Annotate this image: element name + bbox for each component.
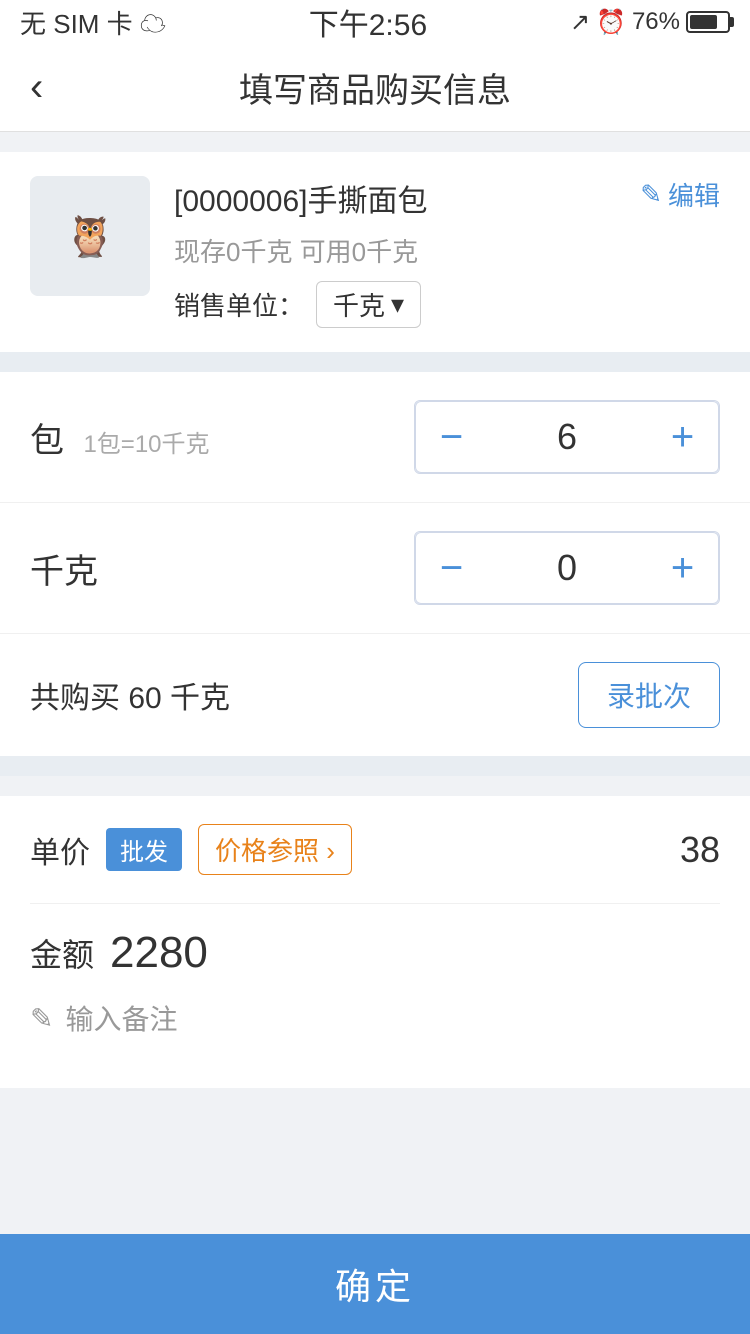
price-label: 单价: [30, 828, 90, 872]
confirm-button[interactable]: 确定: [0, 1234, 750, 1334]
product-stock: 现存0千克 可用0千克: [174, 232, 720, 269]
section-divider-2: [0, 756, 750, 776]
note-icon: ✎: [30, 1002, 53, 1035]
package-quantity-input[interactable]: [487, 401, 647, 473]
product-logo: 🦉: [65, 213, 115, 260]
nav-bar: ‹ 填写商品购买信息: [0, 44, 750, 132]
price-value: 38: [680, 829, 720, 871]
unit-select[interactable]: 千克 ▾: [316, 281, 421, 328]
status-right: ↗ ⏰ 76%: [570, 8, 730, 37]
package-plus-button[interactable]: +: [647, 401, 719, 473]
amount-row: 金额 2280: [30, 928, 720, 978]
unit-label: 销售单位：: [174, 286, 304, 323]
package-quantity-controls: − +: [414, 400, 720, 474]
battery-icon: [686, 11, 730, 33]
kg-quantity-input[interactable]: [487, 532, 647, 604]
package-quantity-row: 包 1包=10千克 − +: [0, 372, 750, 503]
product-card: 🦉 [0000006]手撕面包 ✎ 编辑 现存0千克 可用0千克 销售单位： 千…: [0, 152, 750, 352]
package-label: 包 1包=10千克: [30, 413, 414, 462]
edit-label: 编辑: [668, 176, 720, 213]
product-unit: 销售单位： 千克 ▾: [174, 281, 720, 328]
status-bar: 无 SIM 卡 ☁ 下午2:56 ↗ ⏰ 76%: [0, 0, 750, 44]
back-button[interactable]: ‹: [30, 65, 43, 110]
battery-text: 76%: [632, 8, 680, 36]
status-left: 无 SIM 卡 ☁: [20, 4, 166, 41]
edit-button[interactable]: ✎ 编辑: [640, 176, 720, 213]
price-tag: 批发: [106, 828, 182, 871]
chevron-down-icon: ▾: [391, 289, 404, 320]
package-sub-label: 1包=10千克: [83, 431, 209, 458]
unit-value: 千克: [333, 286, 385, 323]
product-image: 🦉: [30, 176, 150, 296]
amount-value: 2280: [110, 928, 208, 978]
summary-row: 共购买 60 千克 录批次: [0, 634, 750, 756]
summary-text: 共购买 60 千克: [30, 673, 230, 717]
product-info: [0000006]手撕面包 ✎ 编辑 现存0千克 可用0千克 销售单位： 千克 …: [174, 176, 720, 328]
product-name: [0000006]手撕面包: [174, 176, 427, 220]
amount-label: 金额: [30, 930, 94, 976]
no-sim-text: 无 SIM 卡 ☁: [20, 4, 166, 41]
price-section: 单价 批发 价格参照 › 38: [0, 796, 750, 903]
kg-quantity-row: 千克 − +: [0, 503, 750, 634]
section-divider-1: [0, 352, 750, 372]
price-reference-button[interactable]: 价格参照 ›: [198, 824, 352, 875]
note-row[interactable]: ✎ 输入备注: [30, 998, 720, 1058]
kg-quantity-controls: − +: [414, 531, 720, 605]
kg-minus-button[interactable]: −: [415, 532, 487, 604]
kg-plus-button[interactable]: +: [647, 532, 719, 604]
location-icon: ↗: [570, 8, 590, 37]
page-title: 填写商品购买信息: [239, 63, 511, 112]
amount-section: 金额 2280 ✎ 输入备注: [0, 903, 750, 1088]
package-minus-button[interactable]: −: [415, 401, 487, 473]
record-batch-button[interactable]: 录批次: [578, 662, 720, 728]
status-time: 下午2:56: [309, 0, 427, 44]
kg-label: 千克: [30, 544, 414, 593]
edit-icon: ✎: [640, 179, 662, 210]
alarm-icon: ⏰: [596, 8, 626, 37]
spacer: [0, 1088, 750, 1234]
note-placeholder: 输入备注: [65, 998, 177, 1038]
